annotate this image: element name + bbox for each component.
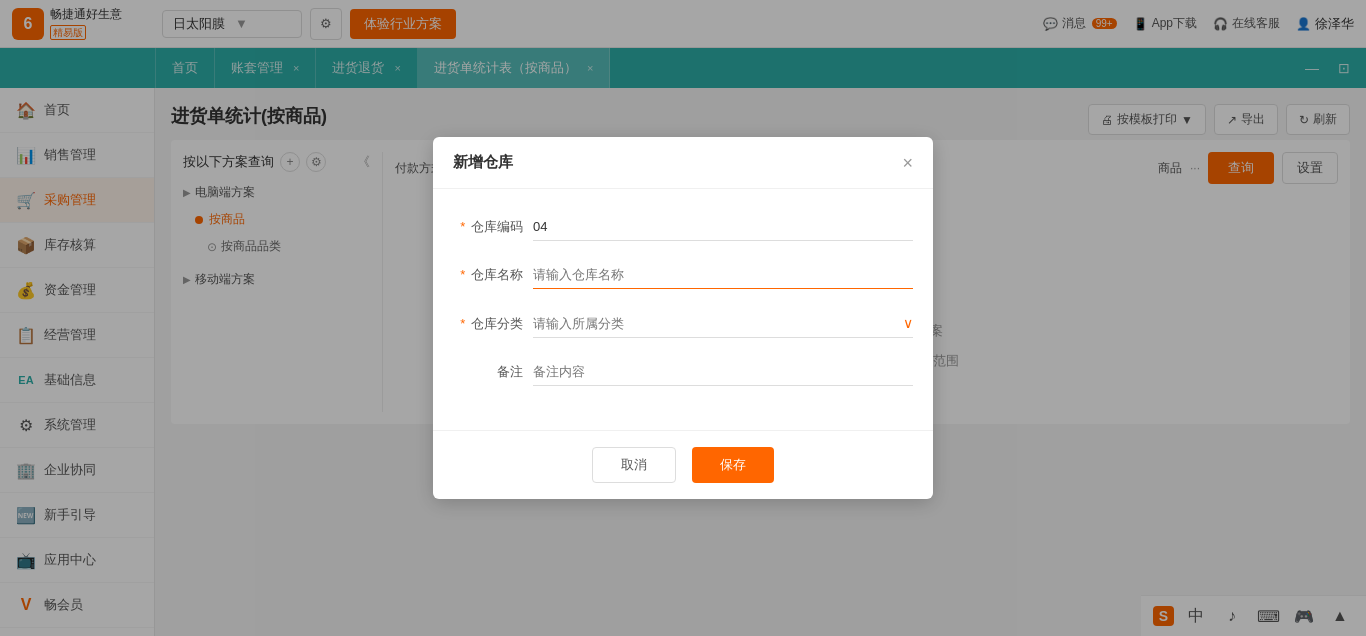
warehouse-category-wrapper: ∨ [533, 309, 913, 338]
warehouse-name-row: * 仓库名称 [453, 261, 913, 289]
warehouse-category-input[interactable] [533, 316, 903, 331]
save-button[interactable]: 保存 [692, 447, 774, 483]
warehouse-code-input[interactable] [533, 213, 913, 241]
warehouse-note-label: 备注 [453, 363, 533, 381]
modal-close-icon[interactable]: × [902, 154, 913, 172]
warehouse-name-input[interactable] [533, 261, 913, 289]
cancel-button[interactable]: 取消 [592, 447, 676, 483]
modal-body: * 仓库编码 * 仓库名称 * 仓库分类 [433, 189, 933, 430]
add-warehouse-modal: 新增仓库 × * 仓库编码 * 仓库名称 [433, 137, 933, 499]
modal-overlay[interactable]: 新增仓库 × * 仓库编码 * 仓库名称 [0, 0, 1366, 636]
warehouse-category-label: * 仓库分类 [453, 315, 533, 333]
modal-title: 新增仓库 [453, 153, 513, 172]
warehouse-note-row: 备注 [453, 358, 913, 386]
warehouse-category-row: * 仓库分类 ∨ [453, 309, 913, 338]
warehouse-code-row: * 仓库编码 [453, 213, 913, 241]
modal-footer: 取消 保存 [433, 430, 933, 499]
warehouse-code-label: * 仓库编码 [453, 218, 533, 236]
category-dropdown-icon[interactable]: ∨ [903, 315, 913, 331]
warehouse-name-label: * 仓库名称 [453, 266, 533, 284]
modal-header: 新增仓库 × [433, 137, 933, 189]
warehouse-note-input[interactable] [533, 358, 913, 386]
